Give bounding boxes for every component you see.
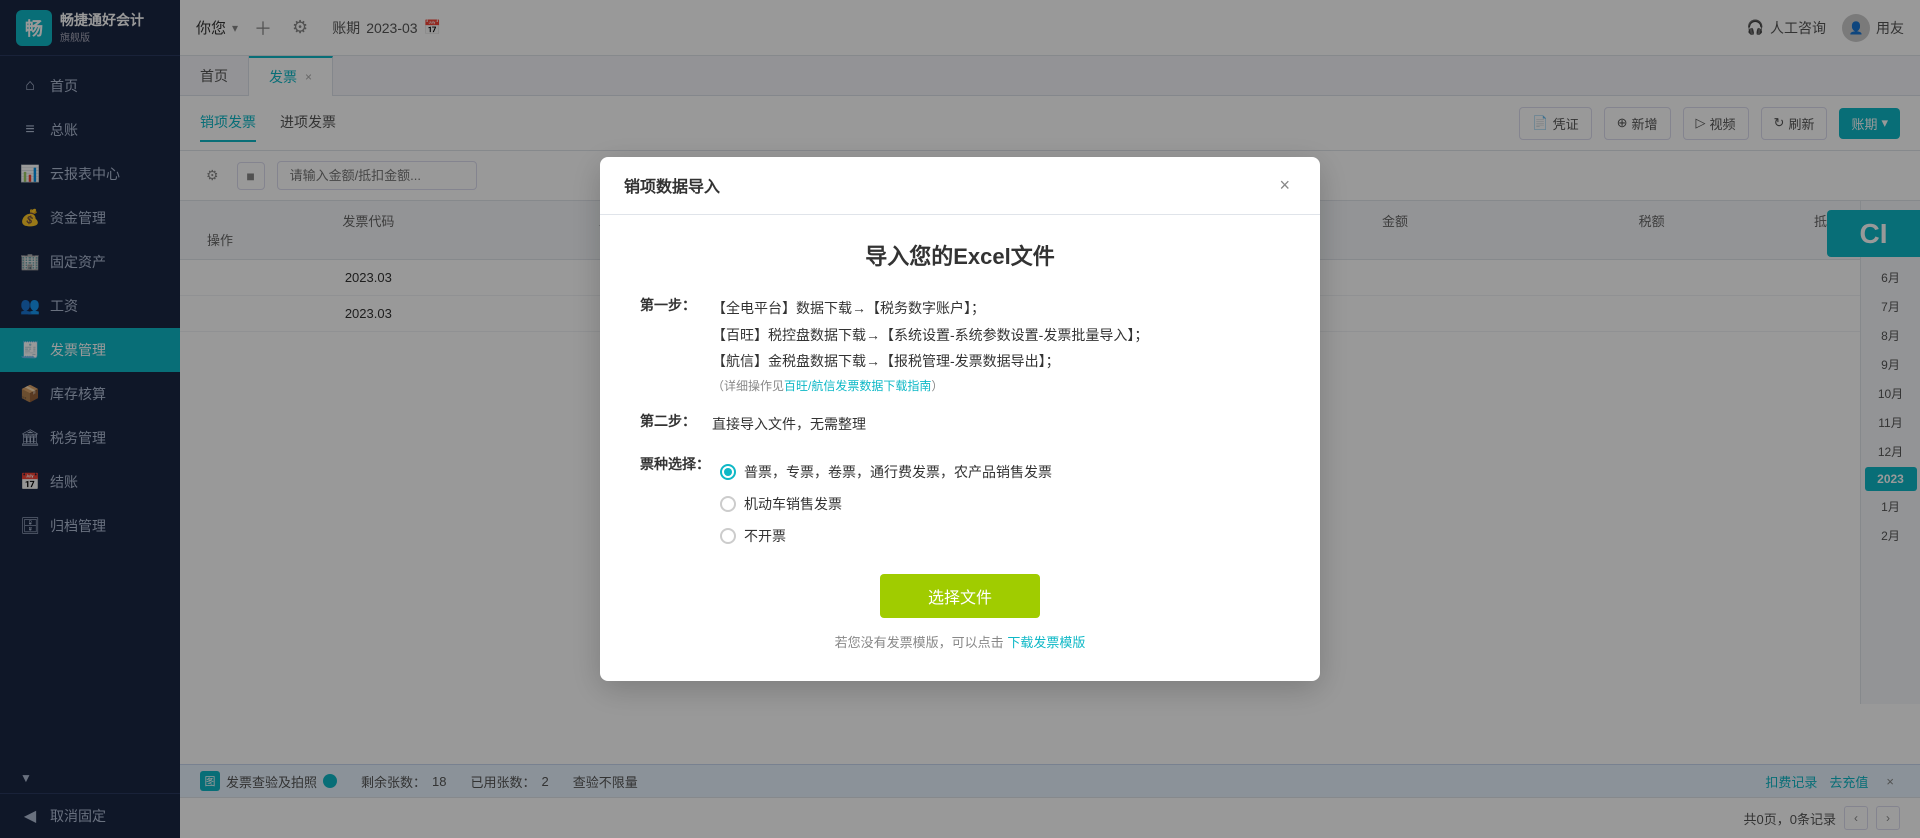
step2-label: 第二步： bbox=[640, 411, 700, 438]
modal-header: 销项数据导入 × bbox=[600, 157, 1320, 215]
modal-body: 导入您的Excel文件 第一步： 【全电平台】数据下载→【税务数字账户】； 【百… bbox=[600, 215, 1320, 681]
ticket-label: 票种选择： bbox=[640, 452, 720, 474]
step1-line1: 【全电平台】数据下载→【税务数字账户】； bbox=[712, 295, 1148, 322]
radio-dot-1 bbox=[724, 468, 732, 476]
modal-title: 销项数据导入 bbox=[624, 173, 720, 197]
step2-text: 直接导入文件，无需整理 bbox=[712, 416, 866, 432]
radio-circle-1 bbox=[720, 464, 736, 480]
modal-close-button[interactable]: × bbox=[1273, 173, 1296, 198]
step1-line2: 【百旺】税控盘数据下载→【系统设置-系统参数设置-发票批量导入】； bbox=[712, 322, 1148, 349]
step1-link[interactable]: 百旺/航信发票数据下载指南 bbox=[784, 379, 931, 393]
step2-content: 直接导入文件，无需整理 bbox=[712, 411, 866, 438]
modal-footer: 若您没有发票模版，可以点击 下载发票模版 bbox=[640, 632, 1280, 651]
radio-circle-2 bbox=[720, 496, 736, 512]
radio-label-2: 机动车销售发票 bbox=[744, 494, 842, 514]
radio-circle-3 bbox=[720, 528, 736, 544]
footer-note-text: 若您没有发票模版，可以点击 bbox=[835, 635, 1004, 650]
modal-step2: 第二步： 直接导入文件，无需整理 bbox=[640, 411, 1280, 438]
ticket-selection: 票种选择： 普票，专票，卷票，通行费发票，农产品销售发票 × bbox=[640, 452, 1280, 554]
radio-item-type1[interactable]: 普票，专票，卷票，通行费发票，农产品销售发票 × 现在支持的票种多了，导入发票时… bbox=[720, 462, 1052, 482]
radio-label-1: 普票，专票，卷票，通行费发票，农产品销售发票 bbox=[744, 462, 1052, 482]
radio-item-type2[interactable]: 机动车销售发票 bbox=[720, 494, 1052, 514]
select-file-button[interactable]: 选择文件 bbox=[880, 574, 1040, 618]
step1-label: 第一步： bbox=[640, 295, 700, 398]
modal-main-title: 导入您的Excel文件 bbox=[640, 239, 1280, 271]
modal-overlay: 销项数据导入 × 导入您的Excel文件 第一步： 【全电平台】数据下载→【税务… bbox=[0, 0, 1920, 838]
radio-item-type3[interactable]: 不开票 bbox=[720, 526, 1052, 546]
step1-note: （详细操作见百旺/航信发票数据下载指南） bbox=[712, 375, 1148, 398]
step1-line3: 【航信】金税盘数据下载→【报税管理-发票数据导出】； bbox=[712, 348, 1148, 375]
import-modal: 销项数据导入 × 导入您的Excel文件 第一步： 【全电平台】数据下载→【税务… bbox=[600, 157, 1320, 681]
modal-step1: 第一步： 【全电平台】数据下载→【税务数字账户】； 【百旺】税控盘数据下载→【系… bbox=[640, 295, 1280, 398]
radio-group: 普票，专票，卷票，通行费发票，农产品销售发票 × 现在支持的票种多了，导入发票时… bbox=[720, 462, 1052, 546]
step1-content: 【全电平台】数据下载→【税务数字账户】； 【百旺】税控盘数据下载→【系统设置-系… bbox=[712, 295, 1148, 398]
radio-label-3: 不开票 bbox=[744, 526, 786, 546]
download-template-link[interactable]: 下载发票模版 bbox=[1007, 635, 1085, 650]
